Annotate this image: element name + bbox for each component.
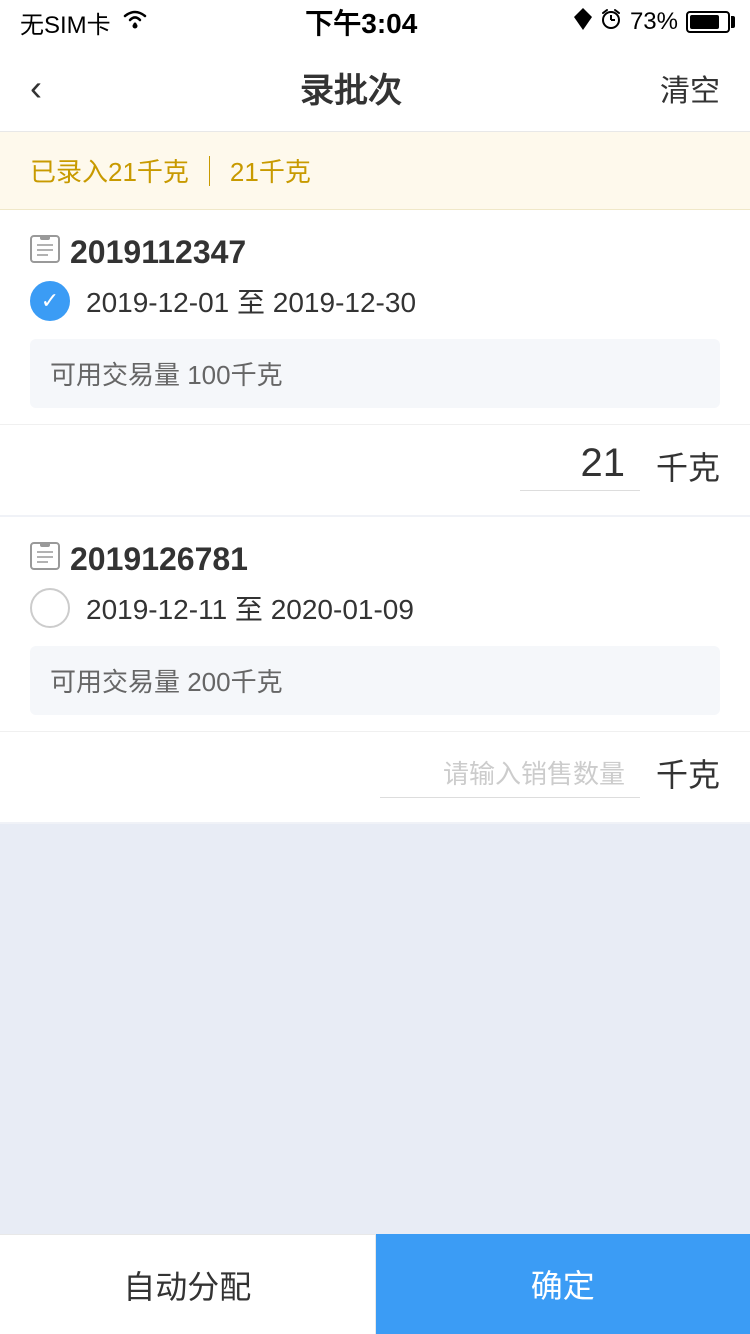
batch-date-1: 2019-12-01 至 2019-12-30 — [86, 281, 416, 321]
batch-id-1: 2019112347 — [70, 234, 246, 271]
confirm-button[interactable]: 确定 — [376, 1234, 750, 1334]
batch-date-row-2[interactable]: 2019-12-11 至 2020-01-09 — [0, 588, 750, 638]
status-right: 73% — [574, 8, 730, 37]
batch-card-1: 2019112347 ✓ 2019-12-01 至 2019-12-30 可用交… — [0, 210, 750, 515]
unit-label-1: 千克 — [656, 443, 720, 489]
summary-divider — [209, 156, 210, 186]
check-icon-1: ✓ — [41, 288, 59, 314]
unit-label-2: 千克 — [656, 750, 720, 796]
status-time: 下午3:04 — [305, 2, 417, 42]
batch-icon-2 — [30, 542, 60, 578]
batch-header-2: 2019126781 — [0, 517, 750, 588]
radio-btn-1[interactable]: ✓ — [30, 281, 70, 321]
content-area: 已录入21千克 21千克 2019112347 ✓ 2019-12-01 至 2… — [0, 132, 750, 1234]
summary-amount: 21千克 — [230, 152, 311, 189]
avail-qty-1: 可用交易量 100千克 — [30, 339, 720, 408]
input-underline-1 — [520, 441, 640, 491]
avail-qty-2: 可用交易量 200千克 — [30, 646, 720, 715]
nav-bar: ‹ 录批次 清空 — [0, 44, 750, 132]
bottom-bar: 自动分配 确定 — [0, 1234, 750, 1334]
batch-id-2: 2019126781 — [70, 541, 248, 578]
recorded-label: 已录入21千克 — [30, 152, 189, 189]
batch-date-row-1[interactable]: ✓ 2019-12-01 至 2019-12-30 — [0, 281, 750, 331]
status-bar: 无SIM卡 下午3:04 73% — [0, 0, 750, 44]
radio-btn-2[interactable] — [30, 588, 70, 628]
wifi-icon — [121, 8, 149, 37]
summary-banner: 已录入21千克 21千克 — [0, 132, 750, 210]
batch-date-2: 2019-12-11 至 2020-01-09 — [86, 588, 414, 628]
alarm-icon — [600, 8, 622, 37]
qty-input-1[interactable] — [520, 441, 640, 486]
battery-icon — [686, 11, 730, 33]
input-underline-2 — [380, 748, 640, 798]
qty-input-2[interactable] — [380, 748, 640, 793]
location-icon — [574, 8, 592, 37]
input-row-1: 千克 — [0, 424, 750, 515]
input-row-2: 千克 — [0, 731, 750, 822]
spacer-area — [0, 824, 750, 1234]
batch-header-1: 2019112347 — [0, 210, 750, 281]
battery-percentage: 73% — [630, 8, 678, 36]
auto-distribute-button[interactable]: 自动分配 — [0, 1234, 376, 1334]
carrier-label: 无SIM卡 — [20, 5, 111, 40]
page-title: 录批次 — [300, 63, 402, 112]
status-left: 无SIM卡 — [20, 5, 149, 40]
clear-button[interactable]: 清空 — [660, 66, 720, 110]
back-button[interactable]: ‹ — [30, 67, 42, 109]
batch-card-2: 2019126781 2019-12-11 至 2020-01-09 可用交易量… — [0, 517, 750, 822]
batch-icon-1 — [30, 235, 60, 271]
